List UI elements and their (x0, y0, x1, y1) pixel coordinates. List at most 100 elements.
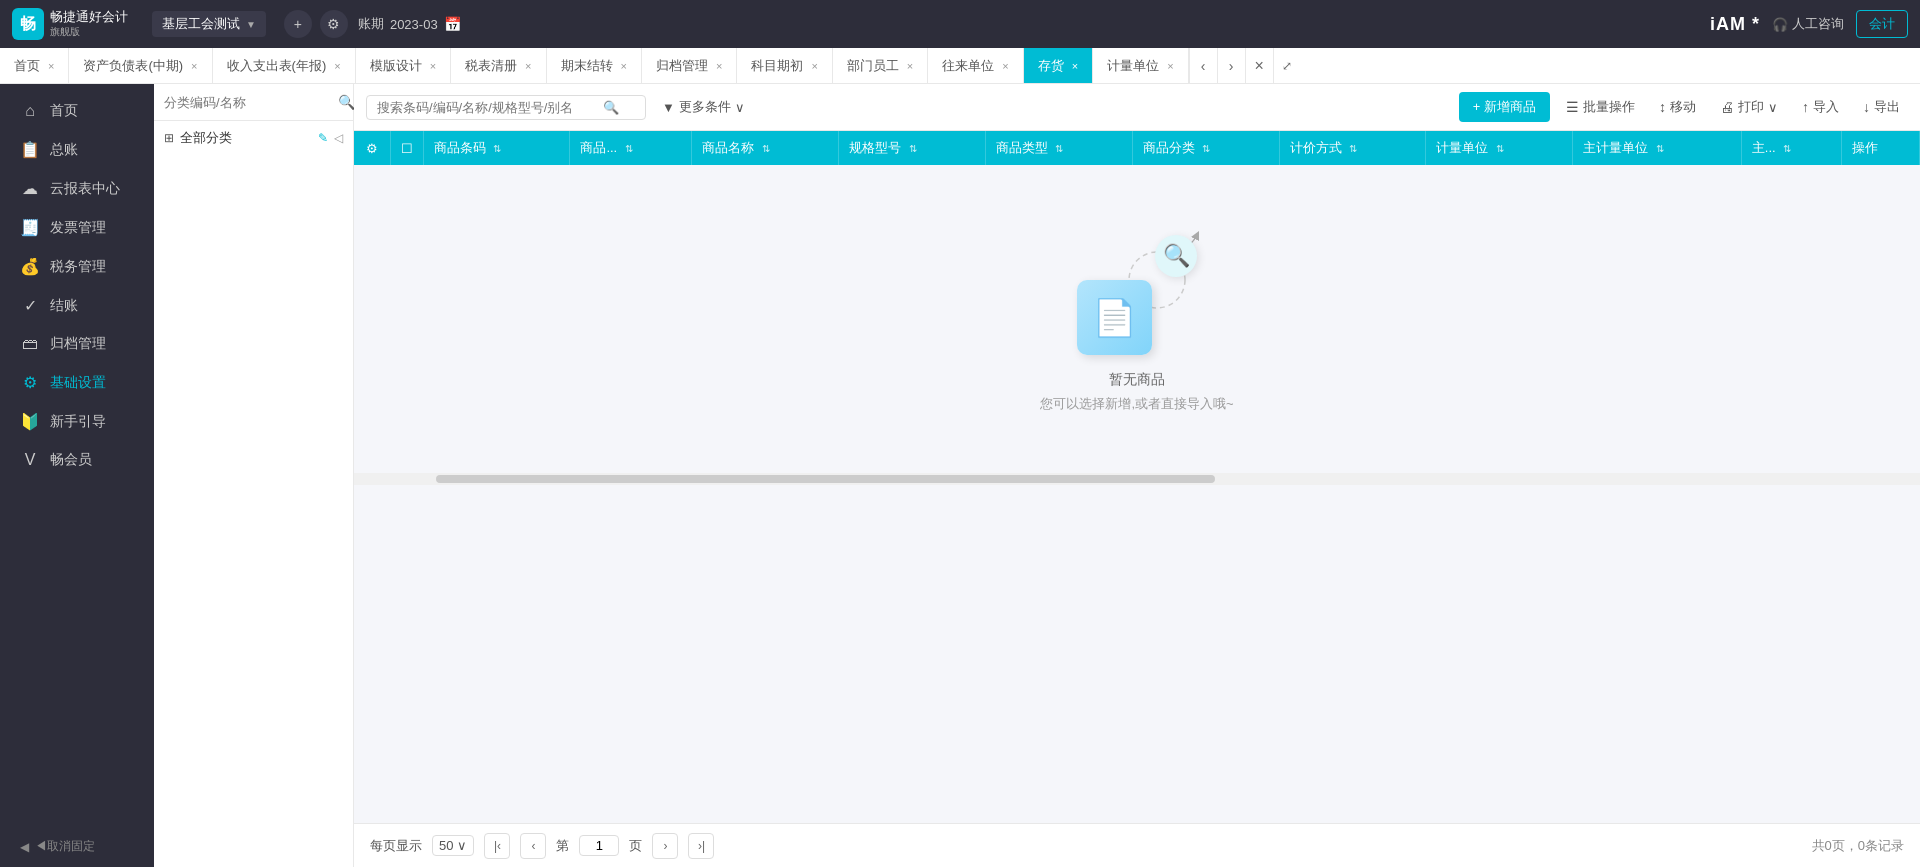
product-search-input[interactable] (377, 100, 597, 115)
tab-unit[interactable]: 计量单位 × (1093, 48, 1188, 84)
th-settings[interactable]: ⚙ (354, 131, 390, 165)
category-all-label[interactable]: 全部分类 (180, 129, 232, 147)
sidebar-item-invoice[interactable]: 🧾 发票管理 (0, 208, 154, 247)
th-pricing[interactable]: 计价方式 ⇅ (1279, 131, 1426, 165)
import-btn[interactable]: ↑ 导入 (1794, 94, 1847, 120)
new-product-button[interactable]: + 新增商品 (1459, 92, 1550, 122)
tab-income[interactable]: 收入支出表(年报) × (213, 48, 356, 84)
tab-inventory-label: 存货 (1038, 57, 1064, 75)
prev-page-btn[interactable]: ‹ (520, 833, 546, 859)
page-size-selector[interactable]: 50 ∨ (432, 835, 474, 856)
category-edit-icon[interactable]: ✎ (318, 131, 328, 145)
th-name[interactable]: 商品名称 ⇅ (692, 131, 839, 165)
sidebar-item-settings[interactable]: ⚙ 基础设置 (0, 363, 154, 402)
page-number-input[interactable] (579, 835, 619, 856)
move-btn[interactable]: ↕ 移动 (1651, 94, 1704, 120)
tab-archive[interactable]: 归档管理 × (642, 48, 737, 84)
sidebar-item-ledger[interactable]: 📋 总账 (0, 130, 154, 169)
tab-contacts-close[interactable]: × (1002, 60, 1008, 72)
tab-inventory-close[interactable]: × (1072, 60, 1078, 72)
tab-home-label: 首页 (14, 57, 40, 75)
category-search-input[interactable] (164, 95, 332, 110)
tab-unit-close[interactable]: × (1167, 60, 1173, 72)
sidebar-collapse-btn[interactable]: ◀ ◀取消固定 (0, 826, 154, 867)
tab-dept-close[interactable]: × (907, 60, 913, 72)
tab-subject[interactable]: 科目期初 × (737, 48, 832, 84)
tab-tax-close[interactable]: × (525, 60, 531, 72)
sidebar-item-closing[interactable]: ✓ 结账 (0, 286, 154, 325)
workspace-selector[interactable]: 基层工会测试 ▼ (152, 11, 266, 37)
per-page-label: 每页显示 (370, 837, 422, 855)
category-panel: 🔍 ⊞ 全部分类 ✎ ◁ (154, 84, 354, 867)
tab-tax[interactable]: 税表清册 × (451, 48, 546, 84)
calendar-icon[interactable]: 📅 (444, 16, 461, 32)
th-checkbox[interactable]: ☐ (390, 131, 423, 165)
tab-contacts-label: 往来单位 (942, 57, 994, 75)
sidebar-item-home[interactable]: ⌂ 首页 (0, 92, 154, 130)
sidebar-item-reports[interactable]: ☁ 云报表中心 (0, 169, 154, 208)
print-btn[interactable]: 🖨 打印 ∨ (1712, 94, 1786, 120)
iam-badge: iAM * (1710, 14, 1760, 35)
th-main-abbr[interactable]: 主... ⇅ (1741, 131, 1841, 165)
tab-dept-label: 部门员工 (847, 57, 899, 75)
sidebar-item-tax[interactable]: 💰 税务管理 (0, 247, 154, 286)
next-page-btn[interactable]: › (652, 833, 678, 859)
category-collapse-icon[interactable]: ◁ (334, 131, 343, 145)
tab-inventory[interactable]: 存货 × (1024, 48, 1093, 84)
settings-btn[interactable]: ⚙ (320, 10, 348, 38)
tab-tax-label: 税表清册 (465, 57, 517, 75)
th-barcode[interactable]: 商品条码 ⇅ (423, 131, 570, 165)
table-header: ⚙ ☐ 商品条码 ⇅ 商品... ⇅ 商品名称 ⇅ 规格型号 ⇅ 商品类型 ⇅ … (354, 131, 1920, 165)
first-page-btn[interactable]: |‹ (484, 833, 510, 859)
tab-template-label: 模版设计 (370, 57, 422, 75)
page-size-value: 50 (439, 838, 453, 853)
account-button[interactable]: 会计 (1856, 10, 1908, 38)
th-category[interactable]: 商品分类 ⇅ (1132, 131, 1279, 165)
horizontal-scrollbar[interactable] (354, 473, 1920, 485)
tab-contacts[interactable]: 往来单位 × (928, 48, 1023, 84)
tab-expand-btn[interactable]: ⤢ (1273, 48, 1301, 84)
tab-balance-sheet-label: 资产负债表(中期) (83, 57, 183, 75)
tab-archive-close[interactable]: × (716, 60, 722, 72)
tab-income-close[interactable]: × (334, 60, 340, 72)
sidebar-item-member[interactable]: V 畅会员 (0, 441, 154, 479)
sidebar-item-guide[interactable]: 🔰 新手引导 (0, 402, 154, 441)
tab-balance-sheet[interactable]: 资产负债表(中期) × (69, 48, 212, 84)
consult-button[interactable]: 🎧 人工咨询 (1772, 15, 1844, 33)
tab-archive-label: 归档管理 (656, 57, 708, 75)
export-btn[interactable]: ↓ 导出 (1855, 94, 1908, 120)
sidebar-settings-label: 基础设置 (50, 374, 106, 392)
scroll-thumb[interactable] (436, 475, 1215, 483)
tab-next-btn[interactable]: › (1217, 48, 1245, 84)
th-unit[interactable]: 计量单位 ⇅ (1426, 131, 1573, 165)
last-page-btn[interactable]: ›| (688, 833, 714, 859)
th-main-unit[interactable]: 主计量单位 ⇅ (1573, 131, 1741, 165)
tab-prev-btn[interactable]: ‹ (1189, 48, 1217, 84)
tab-template[interactable]: 模版设计 × (356, 48, 451, 84)
more-filter-btn[interactable]: ▼ 更多条件 ∨ (654, 94, 753, 120)
sidebar-item-archive[interactable]: 🗃 归档管理 (0, 325, 154, 363)
home-icon: ⌂ (20, 102, 40, 120)
empty-scroll-icon: 📄 (1077, 280, 1152, 355)
th-spec[interactable]: 规格型号 ⇅ (838, 131, 985, 165)
tab-home[interactable]: 首页 × (0, 48, 69, 84)
th-code[interactable]: 商品... ⇅ (570, 131, 692, 165)
tab-period-end-close[interactable]: × (621, 60, 627, 72)
th-type[interactable]: 商品类型 ⇅ (985, 131, 1132, 165)
tab-dept[interactable]: 部门员工 × (833, 48, 928, 84)
search-submit-icon[interactable]: 🔍 (603, 100, 619, 115)
sidebar-reports-label: 云报表中心 (50, 180, 120, 198)
tab-balance-sheet-close[interactable]: × (191, 60, 197, 72)
move-icon: ↕ (1659, 99, 1666, 115)
add-workspace-btn[interactable]: + (284, 10, 312, 38)
sidebar-ledger-label: 总账 (50, 141, 78, 159)
tab-close-all-btn[interactable]: × (1245, 48, 1273, 84)
batch-operation-btn[interactable]: ☰ 批量操作 (1558, 94, 1643, 120)
tab-template-close[interactable]: × (430, 60, 436, 72)
tab-home-close-icon[interactable]: × (48, 60, 54, 72)
filter-icon: ▼ (662, 100, 675, 115)
tab-period-end[interactable]: 期末结转 × (547, 48, 642, 84)
sidebar-tax-label: 税务管理 (50, 258, 106, 276)
tab-subject-close[interactable]: × (811, 60, 817, 72)
category-search-icon[interactable]: 🔍 (338, 94, 355, 110)
